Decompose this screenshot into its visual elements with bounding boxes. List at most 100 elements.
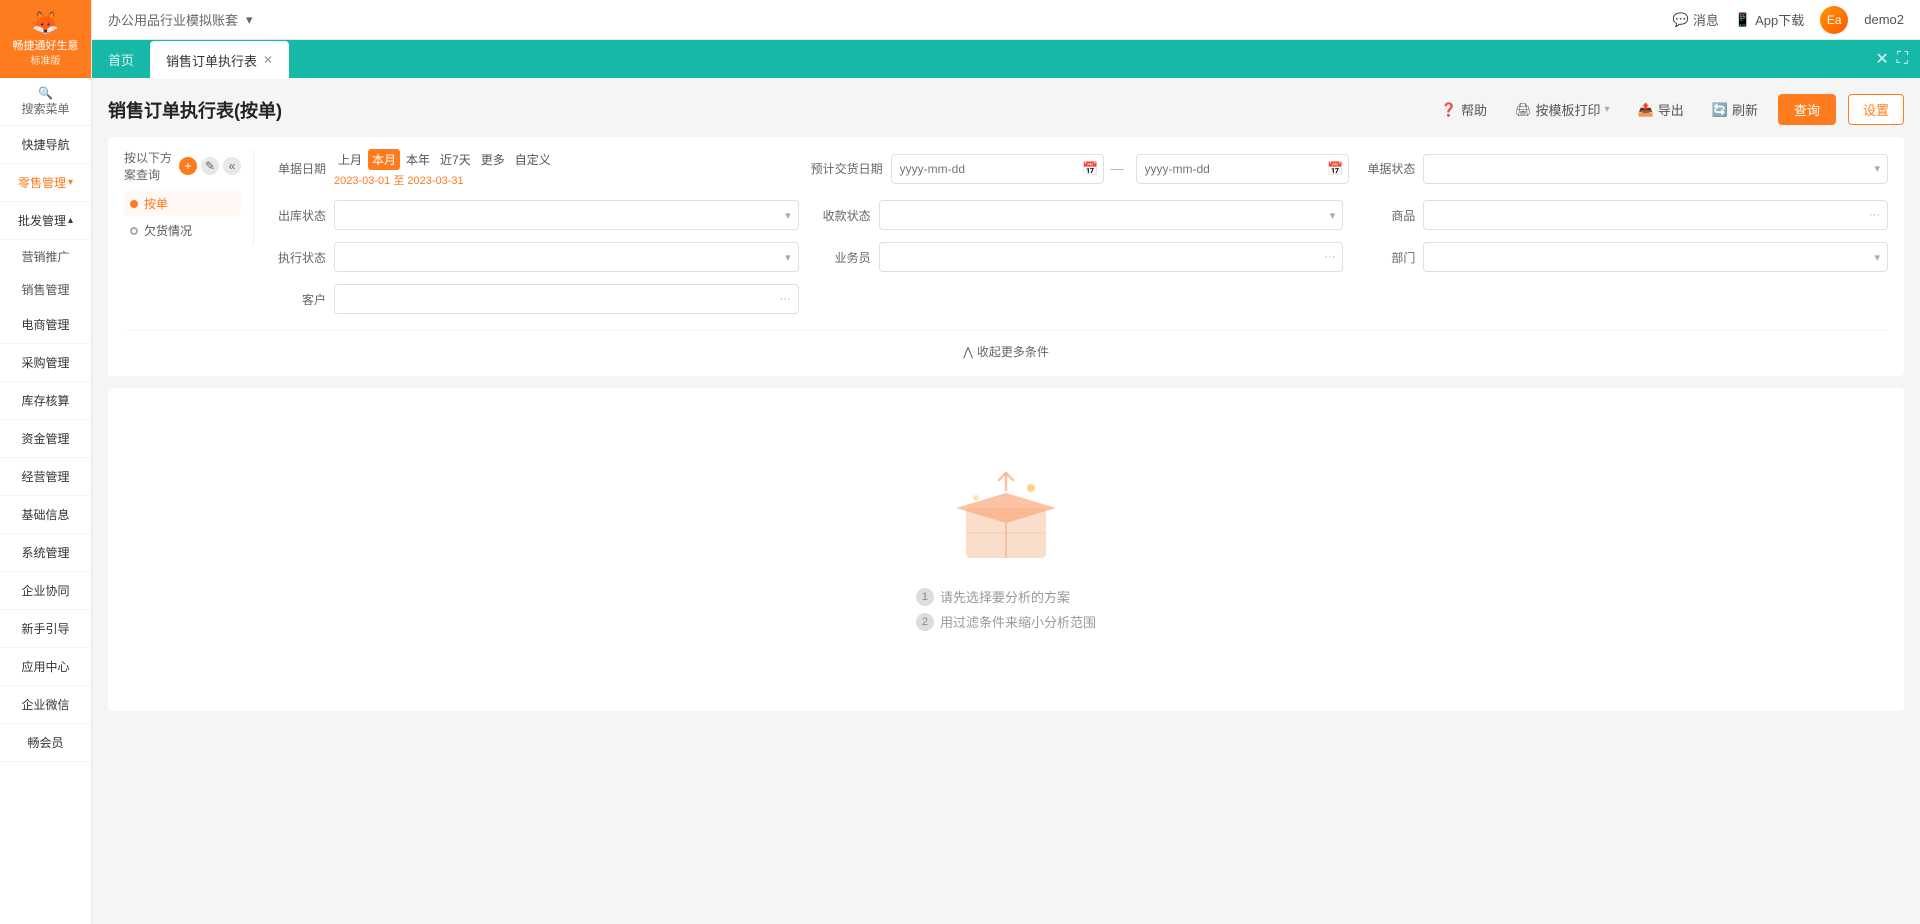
goods-label: 商品: [1355, 207, 1415, 224]
doc-date-label: 单据日期: [266, 160, 326, 177]
salesman-input[interactable]: [879, 242, 1344, 272]
expected-date-end-input[interactable]: [1136, 154, 1350, 184]
sidebar-item-retail[interactable]: 零售管理 ▾: [0, 164, 91, 202]
sidebar-item-members[interactable]: 畅会员: [0, 724, 91, 762]
date-tab-7days[interactable]: 近7天: [436, 149, 475, 170]
scheme-collapse-icon[interactable]: «: [223, 157, 241, 175]
out-status-select-wrap: ▾: [334, 200, 799, 230]
customer-input-wrap: ···: [334, 284, 799, 314]
chevron-down-icon: ▾: [68, 177, 73, 188]
help-icon: ❓: [1441, 102, 1457, 118]
tabbar-actions: ✕ ⛶: [1875, 49, 1908, 69]
filter-customer: 客户 ···: [266, 284, 799, 314]
scheme-edit-icon[interactable]: ✎: [201, 157, 219, 175]
goods-input[interactable]: [1423, 200, 1888, 230]
sidebar-item-enterprise[interactable]: 企业协同: [0, 572, 91, 610]
sidebar-item-wechat[interactable]: 企业微信: [0, 686, 91, 724]
date-tabs: 上月 本月 本年 近7天 更多 自定义: [334, 149, 795, 170]
scheme-item-shortage-label: 欠货情况: [144, 222, 192, 239]
export-label: 导出: [1658, 100, 1684, 119]
sidebar-search[interactable]: 🔍 搜索菜单: [0, 78, 91, 126]
out-status-label: 出库状态: [266, 207, 326, 224]
refresh-icon: 🔄: [1712, 102, 1728, 118]
salesman-label: 业务员: [811, 249, 871, 266]
scheme-item-by-order[interactable]: 按单: [124, 191, 241, 216]
scheme-item-shortage[interactable]: 欠货情况: [124, 218, 241, 243]
help-button[interactable]: ❓ 帮助: [1433, 96, 1495, 123]
sidebar-item-operations[interactable]: 经营管理: [0, 458, 91, 496]
collapse-button[interactable]: ⋀ 收起更多条件: [951, 339, 1061, 364]
refresh-label: 刷新: [1732, 100, 1758, 119]
department-select-wrap: ▾: [1423, 242, 1888, 272]
tab-expand-icon[interactable]: ⛶: [1897, 50, 1908, 68]
app-logo[interactable]: 🦊 畅捷通好生意 标准版: [0, 0, 91, 78]
sidebar-item-marketing[interactable]: 营销推广: [0, 240, 91, 273]
sidebar-item-quick-nav[interactable]: 快捷导航: [0, 126, 91, 164]
refresh-button[interactable]: 🔄 刷新: [1704, 96, 1766, 123]
breadcrumb-dropdown-icon[interactable]: ▾: [246, 12, 253, 28]
app-download-icon: 📱: [1735, 12, 1751, 28]
salesman-input-wrap: ···: [879, 242, 1344, 272]
sidebar: 🦊 畅捷通好生意 标准版 🔍 搜索菜单 快捷导航 零售管理 ▾ 批发管理 ▴ 营…: [0, 0, 92, 924]
department-label: 部门: [1355, 249, 1415, 266]
empty-tip-1: 1 请先选择要分析的方案: [916, 587, 1096, 606]
app-download-action[interactable]: 📱 App下载: [1735, 10, 1804, 29]
user-avatar[interactable]: Ea: [1820, 6, 1848, 34]
customer-input[interactable]: [334, 284, 799, 314]
message-action[interactable]: 💬 消息: [1673, 10, 1719, 29]
date-tab-custom[interactable]: 自定义: [511, 149, 555, 170]
sidebar-item-inventory[interactable]: 库存核算: [0, 382, 91, 420]
out-status-select[interactable]: [334, 200, 799, 230]
collapse-bar: ⋀ 收起更多条件: [124, 330, 1888, 364]
app-sub-label: 标准版: [31, 56, 61, 67]
export-icon: 📤: [1638, 102, 1654, 118]
query-button[interactable]: 查询: [1778, 94, 1836, 125]
date-tab-last-month[interactable]: 上月: [334, 149, 366, 170]
sidebar-item-wholesale[interactable]: 批发管理 ▴: [0, 202, 91, 240]
date-tab-this-year[interactable]: 本年: [402, 149, 434, 170]
sidebar-item-finance[interactable]: 资金管理: [0, 420, 91, 458]
receipt-status-label: 收款状态: [811, 207, 871, 224]
empty-svg: [946, 468, 1066, 568]
sidebar-item-new-user[interactable]: 新手引导: [0, 610, 91, 648]
filter-department: 部门 ▾: [1355, 242, 1888, 272]
sidebar-item-system[interactable]: 系统管理: [0, 534, 91, 572]
tip2-num: 2: [916, 613, 934, 631]
date-tab-this-month[interactable]: 本月: [368, 149, 400, 170]
page-header: 销售订单执行表(按单) ❓ 帮助 🖨 按模板打印 ▾ 📤 导出 🔄 刷新: [108, 94, 1904, 125]
username: demo2: [1864, 12, 1904, 27]
tip2-text: 用过滤条件来缩小分析范围: [940, 612, 1096, 631]
app-name: 畅捷通好生意: [13, 40, 79, 52]
department-select[interactable]: [1423, 242, 1888, 272]
sidebar-item-app-center[interactable]: 应用中心: [0, 648, 91, 686]
print-arrow-icon: ▾: [1605, 104, 1610, 115]
message-label: 消息: [1693, 10, 1719, 29]
print-button[interactable]: 🖨 按模板打印 ▾: [1507, 96, 1618, 123]
sidebar-item-purchase[interactable]: 采购管理: [0, 344, 91, 382]
scheme-header-label: 按以下方案查询: [124, 149, 179, 183]
sidebar-item-base-info[interactable]: 基础信息: [0, 496, 91, 534]
doc-status-select[interactable]: [1423, 154, 1888, 184]
export-button[interactable]: 📤 导出: [1630, 96, 1692, 123]
scheme-add-icon[interactable]: +: [179, 157, 197, 175]
page-actions: ❓ 帮助 🖨 按模板打印 ▾ 📤 导出 🔄 刷新 查询 设置: [1433, 94, 1904, 125]
filter-salesman: 业务员 ···: [811, 242, 1344, 272]
collapse-label: 收起更多条件: [977, 343, 1049, 360]
sidebar-item-ecommerce[interactable]: 电商管理: [0, 306, 91, 344]
tab-close-icon[interactable]: ✕: [263, 53, 273, 67]
filter-doc-date: 单据日期 上月 本月 本年 近7天 更多 自定义 20: [266, 149, 799, 188]
expected-date-label: 预计交货日期: [811, 160, 883, 177]
customer-label: 客户: [266, 291, 326, 308]
sidebar-search-label: 搜索菜单: [6, 100, 85, 117]
expected-date-start-input[interactable]: [891, 154, 1105, 184]
receipt-status-select[interactable]: [879, 200, 1344, 230]
receipt-status-select-wrap: ▾: [879, 200, 1344, 230]
exec-status-select[interactable]: [334, 242, 799, 272]
main-content: 办公用品行业模拟账套 ▾ 💬 消息 📱 App下载 Ea demo2 首页 销售…: [92, 0, 1920, 924]
tab-sales-order[interactable]: 销售订单执行表 ✕: [150, 41, 289, 79]
date-tab-more[interactable]: 更多: [477, 149, 509, 170]
settings-button[interactable]: 设置: [1848, 94, 1904, 125]
tab-close-all-icon[interactable]: ✕: [1875, 49, 1888, 69]
tab-home[interactable]: 首页: [92, 40, 150, 78]
sidebar-item-sales-mgmt[interactable]: 销售管理: [0, 273, 91, 306]
